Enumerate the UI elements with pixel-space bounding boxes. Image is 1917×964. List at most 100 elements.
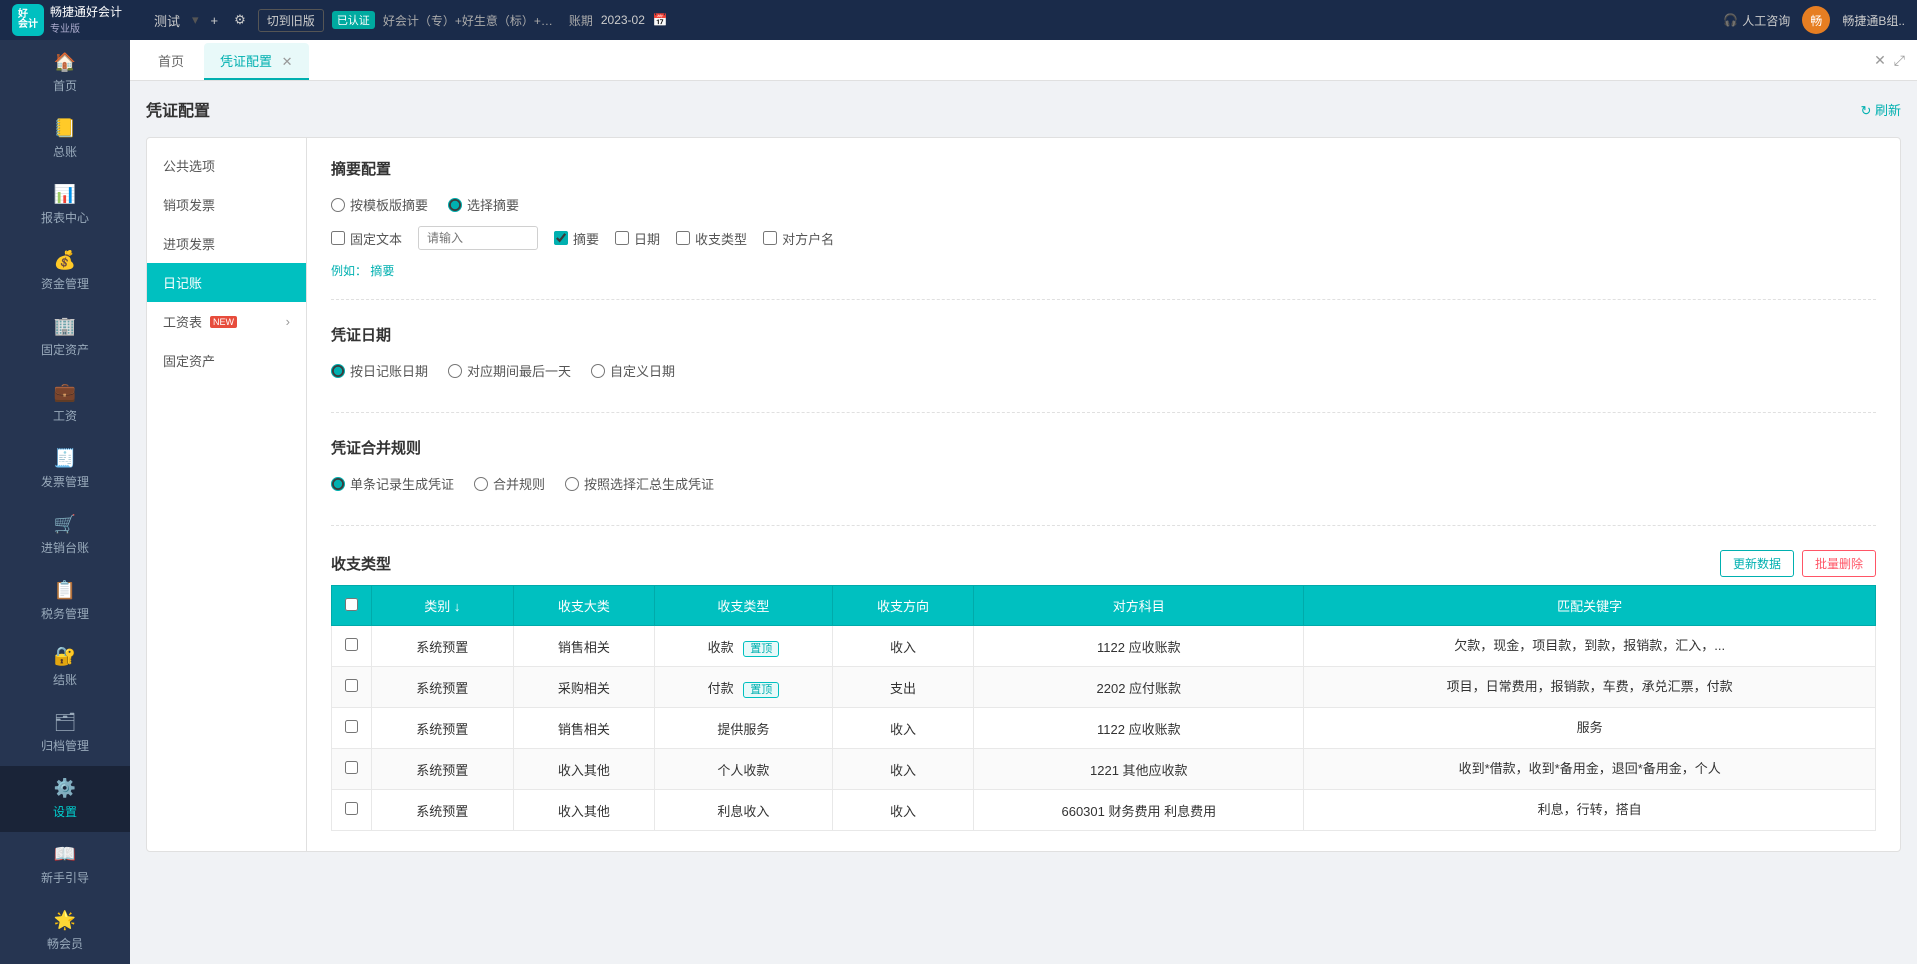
fixed-text-input[interactable] [418, 226, 538, 250]
merge-radio-single-label: 单条记录生成凭证 [350, 474, 454, 493]
row4-checkbox[interactable] [345, 761, 358, 774]
summary-radio-template[interactable]: 按模板版摘要 [331, 195, 428, 214]
menu-label-purchase: 进项发票 [163, 234, 215, 253]
sidebar-item-guide[interactable]: 📖 新手引导 [0, 832, 130, 898]
row4-checkbox-cell[interactable] [332, 749, 372, 790]
sidebar-item-invoice[interactable]: 🧾 发票管理 [0, 436, 130, 502]
date-radio-custom-input[interactable] [591, 364, 605, 378]
example-text: 例如： 摘要 [331, 262, 1876, 279]
row5-account: 660301 财务费用 利息费用 [974, 790, 1304, 831]
fixed-text-checkbox[interactable]: 固定文本 [331, 229, 402, 248]
tax-icon: 📋 [54, 580, 76, 601]
sidebar-label-invoice: 发票管理 [41, 473, 89, 490]
sidebar-item-home[interactable]: 🏠 首页 [0, 40, 130, 106]
date-radio-journal-label: 按日记账日期 [350, 361, 428, 380]
row3-checkbox[interactable] [345, 720, 358, 733]
menu-item-salary[interactable]: 工资表 NEW › [147, 302, 306, 341]
tab-home[interactable]: 首页 [142, 43, 200, 80]
cb-date[interactable]: 日期 [615, 229, 660, 248]
sidebar-item-member[interactable]: 🌟 畅会员 [0, 898, 130, 964]
home-icon: 🏠 [54, 52, 76, 73]
page-title: 凭证配置 [146, 97, 210, 121]
menu-item-purchase[interactable]: 进项发票 [147, 224, 306, 263]
voucher-date-section: 凭证日期 按日记账日期 对应期间最后一天 [331, 324, 1876, 413]
row4-keyword: 收到*借款，收到*备用金，退回*备用金，个人 [1304, 749, 1876, 790]
menu-item-public[interactable]: 公共选项 [147, 146, 306, 185]
update-btn[interactable]: 更新数据 [1720, 550, 1794, 577]
merge-radio-merge[interactable]: 合并规则 [474, 474, 545, 493]
row2-checkbox-cell[interactable] [332, 667, 372, 708]
summary-radio-select-input[interactable] [448, 198, 462, 212]
sidebar-item-fund[interactable]: 💰 资金管理 [0, 238, 130, 304]
close-account-icon: 🔐 [54, 646, 76, 667]
cb-type-input[interactable] [676, 231, 690, 245]
cb-type[interactable]: 收支类型 [676, 229, 747, 248]
date-radio-custom-label: 自定义日期 [610, 361, 675, 380]
date-radio-custom[interactable]: 自定义日期 [591, 361, 675, 380]
refresh-btn[interactable]: ↻ 刷新 [1860, 100, 1901, 119]
sidebar-item-report[interactable]: 📊 报表中心 [0, 172, 130, 238]
cb-date-input[interactable] [615, 231, 629, 245]
menu-item-sales[interactable]: 销项发票 [147, 185, 306, 224]
settings-icon[interactable]: ⚙ [230, 12, 250, 28]
row2-top-tag[interactable]: 置顶 [743, 682, 779, 698]
income-expense-table: 类别 ↓ 收支大类 收支类型 收支方向 对方科目 匹配关键字 [331, 585, 1876, 831]
row1-checkbox-cell[interactable] [332, 626, 372, 667]
window-close-btn[interactable]: ✕ [1874, 52, 1886, 69]
cb-summary[interactable]: 摘要 [554, 229, 599, 248]
sidebar-item-close[interactable]: 🔐 结账 [0, 634, 130, 700]
row5-keyword: 利息，行转，搭自 [1304, 790, 1876, 831]
fixed-text-checkbox-input[interactable] [331, 231, 345, 245]
tab-bar: 首页 凭证配置 ✕ [130, 40, 1862, 80]
date-radio-last[interactable]: 对应期间最后一天 [448, 361, 571, 380]
window-max-btn[interactable]: ⤢ [1894, 52, 1905, 69]
date-radio-journal[interactable]: 按日记账日期 [331, 361, 428, 380]
row1-category: 系统预置 [372, 626, 514, 667]
sidebar-item-ledger[interactable]: 📒 总账 [0, 106, 130, 172]
cb-counterpart[interactable]: 对方户名 [763, 229, 834, 248]
tab-close-icon[interactable]: ✕ [282, 54, 293, 69]
menu-item-fixed-asset[interactable]: 固定资产 [147, 341, 306, 380]
merge-radio-summary-input[interactable] [565, 477, 579, 491]
select-all-checkbox[interactable] [345, 598, 358, 611]
summary-radio-select[interactable]: 选择摘要 [448, 195, 519, 214]
switch-btn[interactable]: 切到旧版 [258, 9, 324, 32]
row3-checkbox-cell[interactable] [332, 708, 372, 749]
tab-voucher-config[interactable]: 凭证配置 ✕ [204, 43, 309, 80]
plus-icon[interactable]: + [207, 13, 223, 28]
help-item[interactable]: 🎧 人工咨询 [1723, 12, 1790, 29]
date-radio-journal-input[interactable] [331, 364, 345, 378]
summary-radio-template-input[interactable] [331, 198, 345, 212]
avatar[interactable]: 畅 [1802, 6, 1830, 34]
cb-counterpart-input[interactable] [763, 231, 777, 245]
cb-type-label: 收支类型 [695, 229, 747, 248]
merge-radio-single[interactable]: 单条记录生成凭证 [331, 474, 454, 493]
report-icon: 📊 [54, 184, 76, 205]
delete-btn[interactable]: 批量删除 [1802, 550, 1876, 577]
th-checkbox[interactable] [332, 586, 372, 626]
calendar-icon[interactable]: 📅 [653, 13, 668, 27]
merge-radio-merge-label: 合并规则 [493, 474, 545, 493]
date-radio-last-input[interactable] [448, 364, 462, 378]
merge-radio-single-input[interactable] [331, 477, 345, 491]
row5-checkbox[interactable] [345, 802, 358, 815]
sidebar-item-tax[interactable]: 📋 税务管理 [0, 568, 130, 634]
sidebar-item-settings[interactable]: ⚙️ 设置 [0, 766, 130, 832]
config-content: 摘要配置 按模板版摘要 选择摘要 [307, 138, 1900, 851]
sidebar-item-fixed[interactable]: 🏢 固定资产 [0, 304, 130, 370]
merge-radio-summary[interactable]: 按照选择汇总生成凭证 [565, 474, 714, 493]
merge-radio-merge-input[interactable] [474, 477, 488, 491]
sidebar-item-salary[interactable]: 💼 工资 [0, 370, 130, 436]
sidebar-item-archive[interactable]: 🗂 归档管理 [0, 700, 130, 766]
sidebar-item-purchase[interactable]: 🛒 进销台账 [0, 502, 130, 568]
cb-summary-input[interactable] [554, 231, 568, 245]
nav-test[interactable]: 测试 [150, 11, 184, 30]
row1-top-tag[interactable]: 置顶 [743, 641, 779, 657]
row1-checkbox[interactable] [345, 638, 358, 651]
menu-item-journal[interactable]: 日记账 [147, 263, 306, 302]
row2-checkbox[interactable] [345, 679, 358, 692]
sidebar-label-archive: 归档管理 [41, 737, 89, 754]
row2-bigtype: 采购相关 [513, 667, 655, 708]
row4-type-text: 个人收款 [717, 763, 769, 778]
row5-checkbox-cell[interactable] [332, 790, 372, 831]
